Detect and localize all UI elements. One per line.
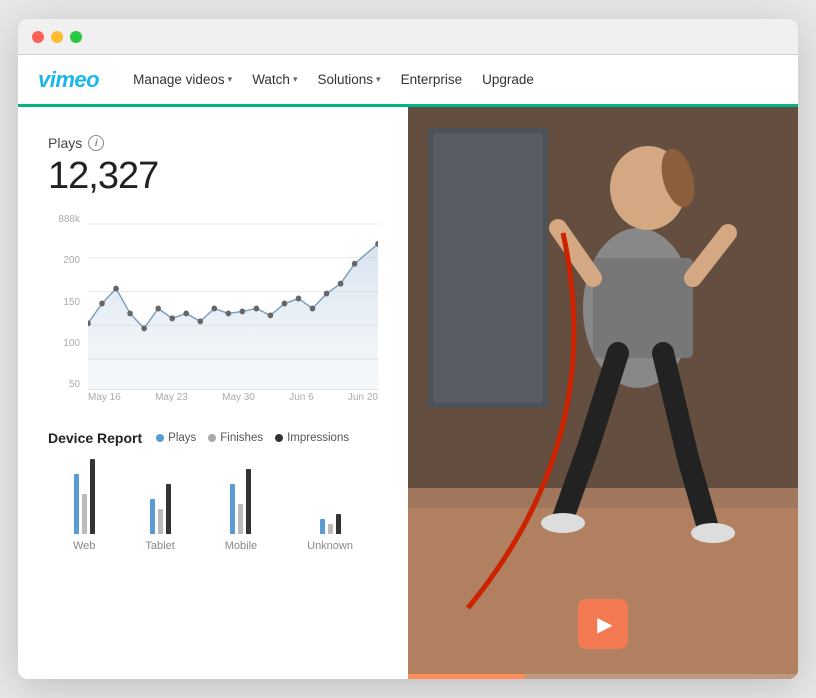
device-report: Device Report Plays Finishes: [48, 430, 378, 552]
vimeo-logo[interactable]: vimeo: [38, 67, 99, 93]
bar-web-plays: [74, 474, 79, 534]
bar-label-web: Web: [73, 540, 95, 552]
x-label-may23: May 23: [155, 392, 188, 414]
legend-impressions: Impressions: [275, 432, 349, 444]
y-label-888k: 888k: [58, 214, 80, 225]
close-button-dot[interactable]: [32, 31, 44, 43]
bar-unknown-finishes: [328, 524, 333, 534]
legend-impressions-label: Impressions: [287, 432, 349, 444]
chart-y-labels: 888k 200 150 100 50: [48, 214, 84, 390]
watch-chevron-icon: ▾: [293, 74, 298, 85]
bars-web: [74, 454, 95, 534]
nav-enterprise[interactable]: Enterprise: [391, 55, 473, 104]
bar-label-unknown: Unknown: [307, 540, 353, 552]
device-report-header: Device Report Plays Finishes: [48, 430, 378, 446]
plays-header: Plays i: [48, 135, 378, 151]
x-label-jun20: Jun 20: [348, 392, 378, 414]
maximize-button-dot[interactable]: [70, 31, 82, 43]
bar-unknown-impressions: [336, 514, 341, 534]
bar-tablet-plays: [150, 499, 155, 534]
y-label-50: 50: [69, 379, 80, 390]
line-chart-svg: [88, 214, 378, 389]
solutions-chevron-icon: ▾: [376, 74, 381, 85]
nav-manage-videos[interactable]: Manage videos ▾: [123, 55, 242, 104]
bar-group-mobile: Mobile: [225, 454, 257, 552]
chart-area: 888k 200 150 100 50: [48, 214, 378, 414]
video-progress-bar[interactable]: [408, 674, 798, 679]
legend-finishes-dot: [208, 434, 216, 442]
bar-mobile-plays: [230, 484, 235, 534]
main-content: Plays i 12,327 888k 200 150 100 50: [18, 107, 798, 679]
bar-group-web: Web: [73, 454, 95, 552]
navbar: vimeo Manage videos ▾ Watch ▾ Solutions …: [18, 55, 798, 107]
legend-impressions-dot: [275, 434, 283, 442]
bars-tablet: [150, 454, 171, 534]
bar-web-impressions: [90, 459, 95, 534]
y-label-200: 200: [63, 255, 80, 266]
legend-finishes: Finishes: [208, 432, 263, 444]
play-icon: ▶: [597, 612, 612, 637]
bar-tablet-finishes: [158, 509, 163, 534]
play-button[interactable]: ▶: [578, 599, 628, 649]
y-label-100: 100: [63, 338, 80, 349]
bars-mobile: [230, 454, 251, 534]
bar-mobile-impressions: [246, 469, 251, 534]
nav-upgrade[interactable]: Upgrade: [472, 55, 544, 104]
analytics-panel: Plays i 12,327 888k 200 150 100 50: [18, 107, 408, 679]
bars-unknown: [320, 454, 341, 534]
bar-web-finishes: [82, 494, 87, 534]
bar-group-unknown: Unknown: [307, 454, 353, 552]
browser-window: vimeo Manage videos ▾ Watch ▾ Solutions …: [18, 19, 798, 679]
legend-plays: Plays: [156, 432, 196, 444]
x-label-jun6: Jun 6: [289, 392, 313, 414]
plays-count: 12,327: [48, 155, 378, 198]
y-label-150: 150: [63, 297, 80, 308]
nav-solutions[interactable]: Solutions ▾: [307, 55, 390, 104]
video-panel: ▶: [408, 107, 798, 679]
plays-label: Plays: [48, 135, 82, 151]
x-label-may16: May 16: [88, 392, 121, 414]
progress-bar-fill: [408, 674, 525, 679]
browser-body: vimeo Manage videos ▾ Watch ▾ Solutions …: [18, 55, 798, 679]
chart-main: [88, 214, 378, 390]
bar-tablet-impressions: [166, 484, 171, 534]
bar-mobile-finishes: [238, 504, 243, 534]
bar-label-tablet: Tablet: [145, 540, 174, 552]
chart-x-labels: May 16 May 23 May 30 Jun 6 Jun 20: [88, 392, 378, 414]
bar-group-tablet: Tablet: [145, 454, 174, 552]
bar-label-mobile: Mobile: [225, 540, 257, 552]
device-report-title: Device Report: [48, 430, 142, 446]
legend-plays-label: Plays: [168, 432, 196, 444]
info-icon[interactable]: i: [88, 135, 104, 151]
x-label-may30: May 30: [222, 392, 255, 414]
nav-watch[interactable]: Watch ▾: [242, 55, 307, 104]
bar-chart-area: Web Tablet: [48, 462, 378, 552]
legend-items: Plays Finishes Impressions: [156, 432, 349, 444]
manage-videos-chevron-icon: ▾: [228, 74, 233, 85]
legend-finishes-label: Finishes: [220, 432, 263, 444]
legend-plays-dot: [156, 434, 164, 442]
video-background-svg: [408, 107, 798, 679]
bar-unknown-plays: [320, 519, 325, 534]
minimize-button-dot[interactable]: [51, 31, 63, 43]
browser-chrome: [18, 19, 798, 55]
